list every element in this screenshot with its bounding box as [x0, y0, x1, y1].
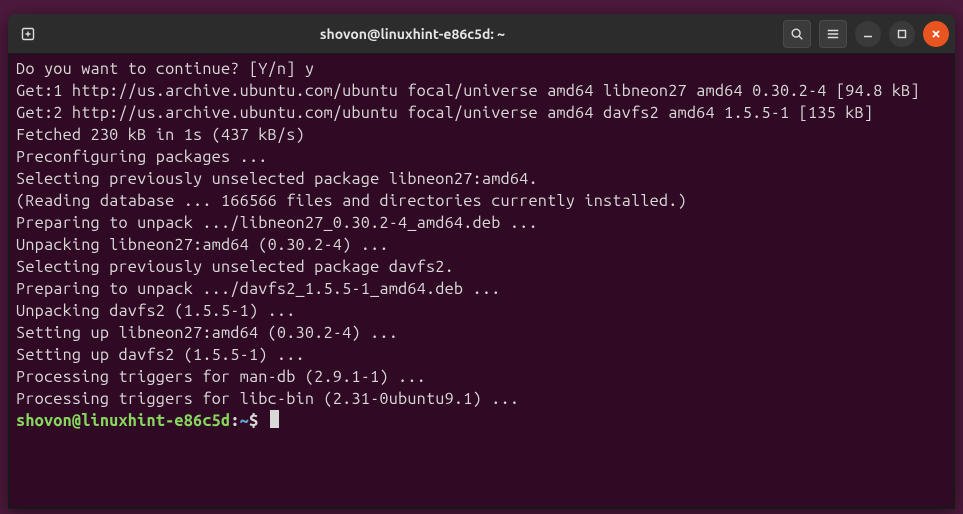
terminal-window: shovon@linuxhint-e86c5d: ~: [8, 14, 955, 509]
terminal-body[interactable]: Do you want to continue? [Y/n] y Get:1 h…: [8, 54, 955, 509]
maximize-icon: [896, 28, 908, 40]
minimize-icon: [862, 28, 874, 40]
titlebar: shovon@linuxhint-e86c5d: ~: [8, 14, 955, 54]
maximize-button[interactable]: [889, 21, 915, 47]
prompt-user-host: shovon@linuxhint-e86c5d: [16, 412, 230, 430]
menu-button[interactable]: [819, 20, 847, 48]
close-button[interactable]: [923, 21, 949, 47]
minimize-button[interactable]: [855, 21, 881, 47]
search-icon: [790, 27, 804, 41]
cursor: [270, 410, 279, 428]
new-tab-icon: [20, 26, 36, 42]
search-button[interactable]: [783, 20, 811, 48]
window-title: shovon@linuxhint-e86c5d: ~: [42, 26, 783, 42]
prompt-separator: :: [230, 412, 239, 430]
new-tab-button[interactable]: [14, 20, 42, 48]
prompt-path: ~: [240, 412, 249, 430]
prompt-dollar: $: [249, 412, 258, 430]
hamburger-icon: [826, 27, 840, 41]
terminal-output: Do you want to continue? [Y/n] y Get:1 h…: [16, 60, 920, 408]
close-icon: [930, 28, 942, 40]
